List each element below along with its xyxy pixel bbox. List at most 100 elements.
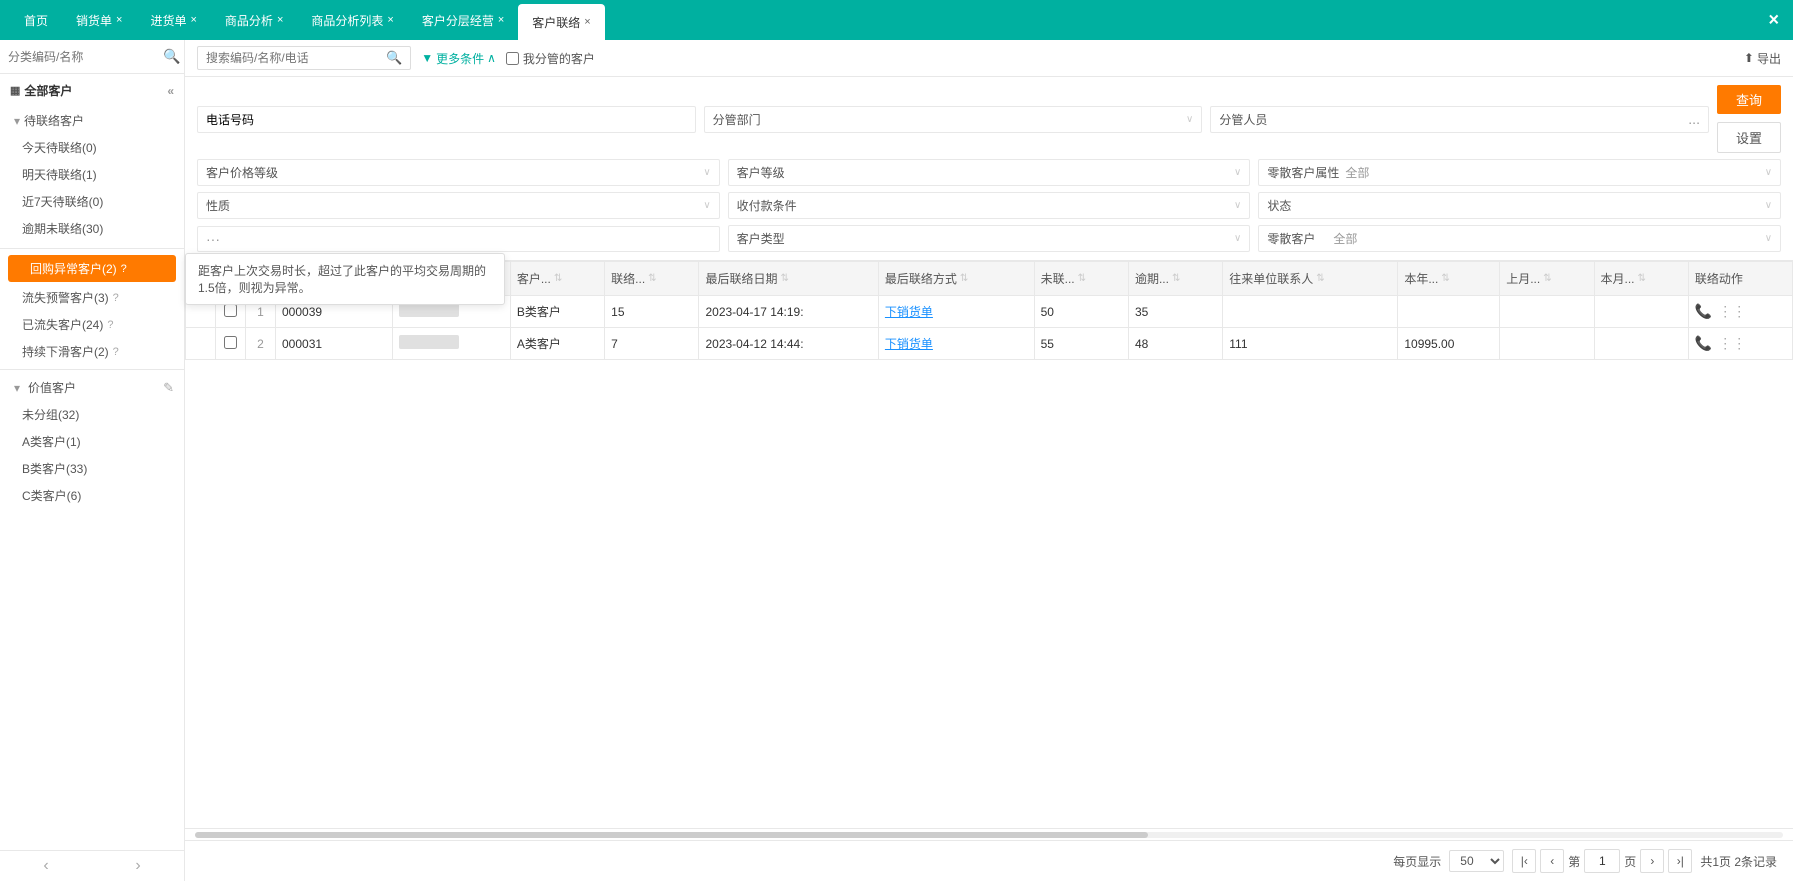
row-last-method-1[interactable]: 下销货单 (878, 328, 1034, 360)
ctype-arrow-icon: ∨ (1234, 233, 1241, 244)
nav-product-list-close[interactable]: × (387, 14, 393, 26)
sort-last-method-icon[interactable]: ⇅ (960, 273, 968, 284)
sort-overdue-icon[interactable]: ⇅ (1172, 273, 1180, 284)
th-actions: 联络动作 (1688, 262, 1792, 296)
first-page-btn[interactable]: |‹ (1512, 849, 1536, 873)
th-contact[interactable]: 联络... ⇅ (605, 262, 699, 296)
th-type[interactable]: 客户... ⇅ (510, 262, 604, 296)
nav-sales[interactable]: 销货单 × (62, 0, 136, 40)
sort-last-month-icon[interactable]: ⇅ (1543, 273, 1551, 284)
payment-filter[interactable]: 收付款条件 ∨ (728, 192, 1251, 219)
horizontal-scrollbar[interactable] (185, 828, 1793, 840)
row-check-1[interactable] (216, 328, 246, 360)
nav-home[interactable]: 首页 (10, 0, 62, 40)
manager-filter[interactable]: 分管人员 ... (1210, 106, 1709, 133)
sort-contact-person-icon[interactable]: ⇅ (1316, 273, 1324, 284)
th-contact-person[interactable]: 往来单位联系人 ⇅ (1223, 262, 1398, 296)
sidebar-a-class[interactable]: A类客户(1) (0, 428, 184, 455)
nav-sales-close[interactable]: × (116, 14, 122, 26)
customer-type-filter[interactable]: 客户类型 ∨ (728, 225, 1251, 252)
grid-icon: ▦ (10, 84, 20, 97)
search-icon[interactable]: 🔍 (386, 50, 402, 66)
last-method-link-1[interactable]: 下销货单 (885, 337, 933, 351)
sort-last-date-icon[interactable]: ⇅ (781, 273, 789, 284)
th-this-year[interactable]: 本年... ⇅ (1398, 262, 1500, 296)
sidebar-nav-left-icon[interactable]: ‹ (43, 857, 48, 875)
nav-product-list[interactable]: 商品分析列表 × (297, 0, 407, 40)
prev-page-btn[interactable]: ‹ (1540, 849, 1564, 873)
sidebar-all-customers[interactable]: ▦ 全部客户 « (0, 74, 184, 107)
my-customer-checkbox[interactable] (506, 52, 519, 65)
value-customers-edit-icon[interactable]: ✎ (163, 380, 174, 396)
action-phone-1[interactable]: 📞 (1695, 335, 1712, 352)
settings-button[interactable]: 设置 (1717, 122, 1781, 153)
sidebar-abnormal-repurchase[interactable]: 回购异常客户(2) ? (8, 255, 176, 282)
status-filter[interactable]: 状态 ∨ (1258, 192, 1781, 219)
th-last-method[interactable]: 最后联络方式 ⇅ (878, 262, 1034, 296)
sidebar-ungrouped[interactable]: 未分组(32) (0, 401, 184, 428)
last-page-btn[interactable]: ›| (1668, 849, 1692, 873)
window-close-icon[interactable]: × (1768, 10, 1779, 31)
dots-icon[interactable]: ··· (206, 231, 220, 247)
row-checkbox-1[interactable] (224, 336, 237, 349)
search-input[interactable] (206, 51, 386, 65)
sidebar-b-class[interactable]: B类客户(33) (0, 455, 184, 482)
row-checkbox-0[interactable] (224, 304, 237, 317)
last-method-link-0[interactable]: 下销货单 (885, 305, 933, 319)
action-more-0[interactable]: ⋮⋮ (1718, 303, 1746, 320)
abnormal-info-icon[interactable]: ? (121, 263, 127, 275)
row-this-year-1: 10995.00 (1398, 328, 1500, 360)
nav-purchase[interactable]: 进货单 × (136, 0, 210, 40)
sidebar-week-pending[interactable]: 近7天待联络(0) (0, 188, 184, 215)
next-page-btn[interactable]: › (1640, 849, 1664, 873)
th-this-month[interactable]: 本月... ⇅ (1594, 262, 1688, 296)
th-overdue[interactable]: 逾期... ⇅ (1128, 262, 1222, 296)
page-size-select[interactable]: 50 100 200 (1449, 850, 1504, 872)
sidebar-value-customers-title[interactable]: ▾ 价值客户 ✎ (0, 374, 184, 401)
th-last-date[interactable]: 最后联络日期 ⇅ (699, 262, 878, 296)
sort-type-icon[interactable]: ⇅ (554, 273, 562, 284)
sidebar-declining[interactable]: 持续下滑客户(2) ? (0, 338, 184, 365)
nav-customer-contact[interactable]: 客户联络 × (518, 4, 604, 40)
more-filters-btn[interactable]: ▼ 更多条件 ∧ (421, 50, 496, 67)
sort-unread-icon[interactable]: ⇅ (1078, 273, 1086, 284)
th-last-month[interactable]: 上月... ⇅ (1500, 262, 1594, 296)
page-input[interactable] (1584, 849, 1620, 873)
sidebar-search-input[interactable] (8, 50, 163, 64)
sidebar-c-class[interactable]: C类客户(6) (0, 482, 184, 509)
sidebar-overdue-pending[interactable]: 逾期未联络(30) (0, 215, 184, 242)
gender-filter[interactable]: 性质 ∨ (197, 192, 720, 219)
dept-filter[interactable]: 分管部门 ∨ (704, 106, 1203, 133)
sidebar-collapse-icon[interactable]: « (167, 84, 174, 98)
nav-product-analysis-close[interactable]: × (277, 14, 283, 26)
scrollbar-thumb[interactable] (195, 832, 1148, 838)
action-more-1[interactable]: ⋮⋮ (1718, 335, 1746, 352)
price-level-filter[interactable]: 客户价格等级 ∨ (197, 159, 720, 186)
sidebar-tomorrow-pending[interactable]: 明天待联络(1) (0, 161, 184, 188)
nav-customer-contact-close[interactable]: × (584, 16, 590, 28)
sidebar-churned[interactable]: 已流失客户(24) ? (0, 311, 184, 338)
row-settings-1 (186, 328, 216, 360)
sidebar-today-pending[interactable]: 今天待联络(0) (0, 134, 184, 161)
customer-level-filter[interactable]: 客户等级 ∨ (728, 159, 1251, 186)
action-phone-0[interactable]: 📞 (1695, 303, 1712, 320)
th-unread[interactable]: 未联... ⇅ (1034, 262, 1128, 296)
sidebar-pending-title[interactable]: ▾ 待联络客户 (0, 107, 184, 134)
my-customer-filter: 我分管的客户 (506, 50, 595, 67)
retail-customer-filter[interactable]: 零散客户 全部 ∨ (1258, 225, 1781, 252)
nav-product-analysis[interactable]: 商品分析 × (211, 0, 297, 40)
sort-this-year-icon[interactable]: ⇅ (1441, 273, 1449, 284)
sort-contact-icon[interactable]: ⇅ (648, 273, 656, 284)
query-button[interactable]: 查询 (1717, 85, 1781, 114)
manager-dots-icon[interactable]: ... (1688, 111, 1700, 127)
nav-customer-mgmt[interactable]: 客户分层经营 × (408, 0, 518, 40)
sidebar-nav-right-icon[interactable]: › (135, 857, 140, 875)
sidebar-churn-warning[interactable]: 流失预警客户(3) ? (0, 284, 184, 311)
sidebar-search-icon[interactable]: 🔍 (163, 48, 180, 65)
row-last-method-0[interactable]: 下销货单 (878, 296, 1034, 328)
nav-purchase-close[interactable]: × (190, 14, 196, 26)
export-btn[interactable]: ⬆ 导出 (1744, 50, 1781, 67)
nav-customer-mgmt-close[interactable]: × (498, 14, 504, 26)
retail-attr-filter[interactable]: 零散客户属性 全部 ∨ (1258, 159, 1781, 186)
sort-this-month-icon[interactable]: ⇅ (1638, 273, 1646, 284)
